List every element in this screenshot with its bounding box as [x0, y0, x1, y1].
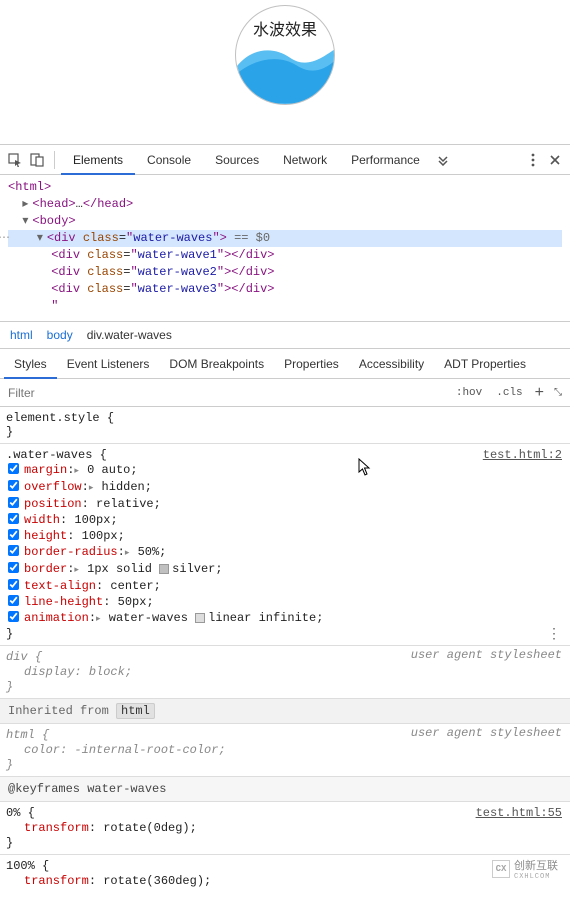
prop-toggle[interactable]: [8, 562, 19, 573]
styles-filter-row: :hov .cls + ⤡: [0, 379, 570, 407]
rule-keyframe-0[interactable]: test.html:55 0% { transform: rotate(0deg…: [0, 802, 570, 855]
inspect-icon[interactable]: [4, 149, 26, 171]
water-waves-label: 水波效果: [253, 22, 317, 39]
page-preview: 水波效果: [0, 0, 570, 145]
source-link[interactable]: test.html:55: [476, 806, 562, 820]
prop-toggle[interactable]: [8, 611, 19, 622]
prop-toggle[interactable]: [8, 579, 19, 590]
tab-adt-properties[interactable]: ADT Properties: [434, 349, 536, 379]
watermark-sub: CXHLCOM: [514, 873, 558, 881]
hov-toggle[interactable]: :hov: [452, 387, 486, 399]
prop-toggle[interactable]: [8, 595, 19, 606]
easing-curve-icon[interactable]: [195, 613, 205, 623]
ua-stylesheet-label: user agent stylesheet: [411, 648, 562, 662]
watermark: CX 创新互联 CXHLCOM: [488, 855, 562, 883]
tab-performance[interactable]: Performance: [339, 145, 432, 175]
devtools-tabbar: Elements Console Sources Network Perform…: [0, 145, 570, 175]
tab-event-listeners[interactable]: Event Listeners: [57, 349, 160, 379]
tab-network[interactable]: Network: [271, 145, 339, 175]
watermark-logo-icon: CX: [492, 860, 510, 878]
color-swatch-icon[interactable]: [159, 564, 169, 574]
tab-styles[interactable]: Styles: [4, 349, 57, 379]
breadcrumb-body[interactable]: body: [47, 328, 73, 342]
tab-sources[interactable]: Sources: [203, 145, 271, 175]
tab-elements[interactable]: Elements: [61, 145, 135, 175]
separator: [54, 151, 55, 169]
rule-menu-icon[interactable]: ⋮: [547, 626, 562, 643]
cls-toggle[interactable]: .cls: [492, 387, 526, 399]
ua-stylesheet-label: user agent stylesheet: [411, 726, 562, 740]
source-link[interactable]: test.html:2: [483, 448, 562, 462]
rule-keyframe-100[interactable]: 100% { transform: rotate(360deg);: [0, 855, 570, 893]
prop-toggle[interactable]: [8, 513, 19, 524]
rule-water-waves[interactable]: test.html:2 .water-waves { margin:▸ 0 au…: [0, 444, 570, 646]
tab-properties[interactable]: Properties: [274, 349, 349, 379]
styles-filter-input[interactable]: [6, 384, 446, 402]
tab-accessibility[interactable]: Accessibility: [349, 349, 434, 379]
prop-toggle[interactable]: [8, 480, 19, 491]
kebab-menu-icon[interactable]: [522, 149, 544, 171]
prop-toggle[interactable]: [8, 545, 19, 556]
prop-toggle[interactable]: [8, 463, 19, 474]
inherited-header: Inherited from html: [0, 699, 570, 724]
water-waves-demo: 水波效果: [235, 5, 335, 105]
styles-tabbar: Styles Event Listeners DOM Breakpoints P…: [0, 349, 570, 379]
breadcrumb-current[interactable]: div.water-waves: [87, 328, 172, 342]
breadcrumb-html[interactable]: html: [10, 328, 33, 342]
close-devtools-icon[interactable]: [544, 149, 566, 171]
breadcrumb: html body div.water-waves: [0, 322, 570, 349]
new-style-rule-button[interactable]: +: [533, 384, 546, 402]
tab-console[interactable]: Console: [135, 145, 203, 175]
more-tabs-icon[interactable]: [432, 149, 454, 171]
expand-icon[interactable]: ⤡: [552, 387, 564, 398]
dom-tree[interactable]: <html> ▸<head>…</head> ▾<body> ⋯ ▾<div c…: [0, 175, 570, 322]
tab-dom-breakpoints[interactable]: DOM Breakpoints: [159, 349, 274, 379]
wave-icon: [236, 40, 334, 104]
rule-html-ua[interactable]: user agent stylesheet html { color: -int…: [0, 724, 570, 777]
inherited-kw[interactable]: html: [116, 703, 155, 719]
prop-toggle[interactable]: [8, 497, 19, 508]
device-toggle-icon[interactable]: [26, 149, 48, 171]
dom-selected-node[interactable]: ⋯ ▾<div class="water-waves"> == $0: [8, 230, 562, 247]
keyframes-header: @keyframes water-waves: [0, 777, 570, 802]
watermark-brand: 创新互联: [514, 857, 558, 873]
rule-div-ua[interactable]: user agent stylesheet div { display: blo…: [0, 646, 570, 699]
rule-element-style[interactable]: element.style { }: [0, 407, 570, 444]
styles-pane: element.style { } test.html:2 .water-wav…: [0, 407, 570, 893]
prop-toggle[interactable]: [8, 529, 19, 540]
